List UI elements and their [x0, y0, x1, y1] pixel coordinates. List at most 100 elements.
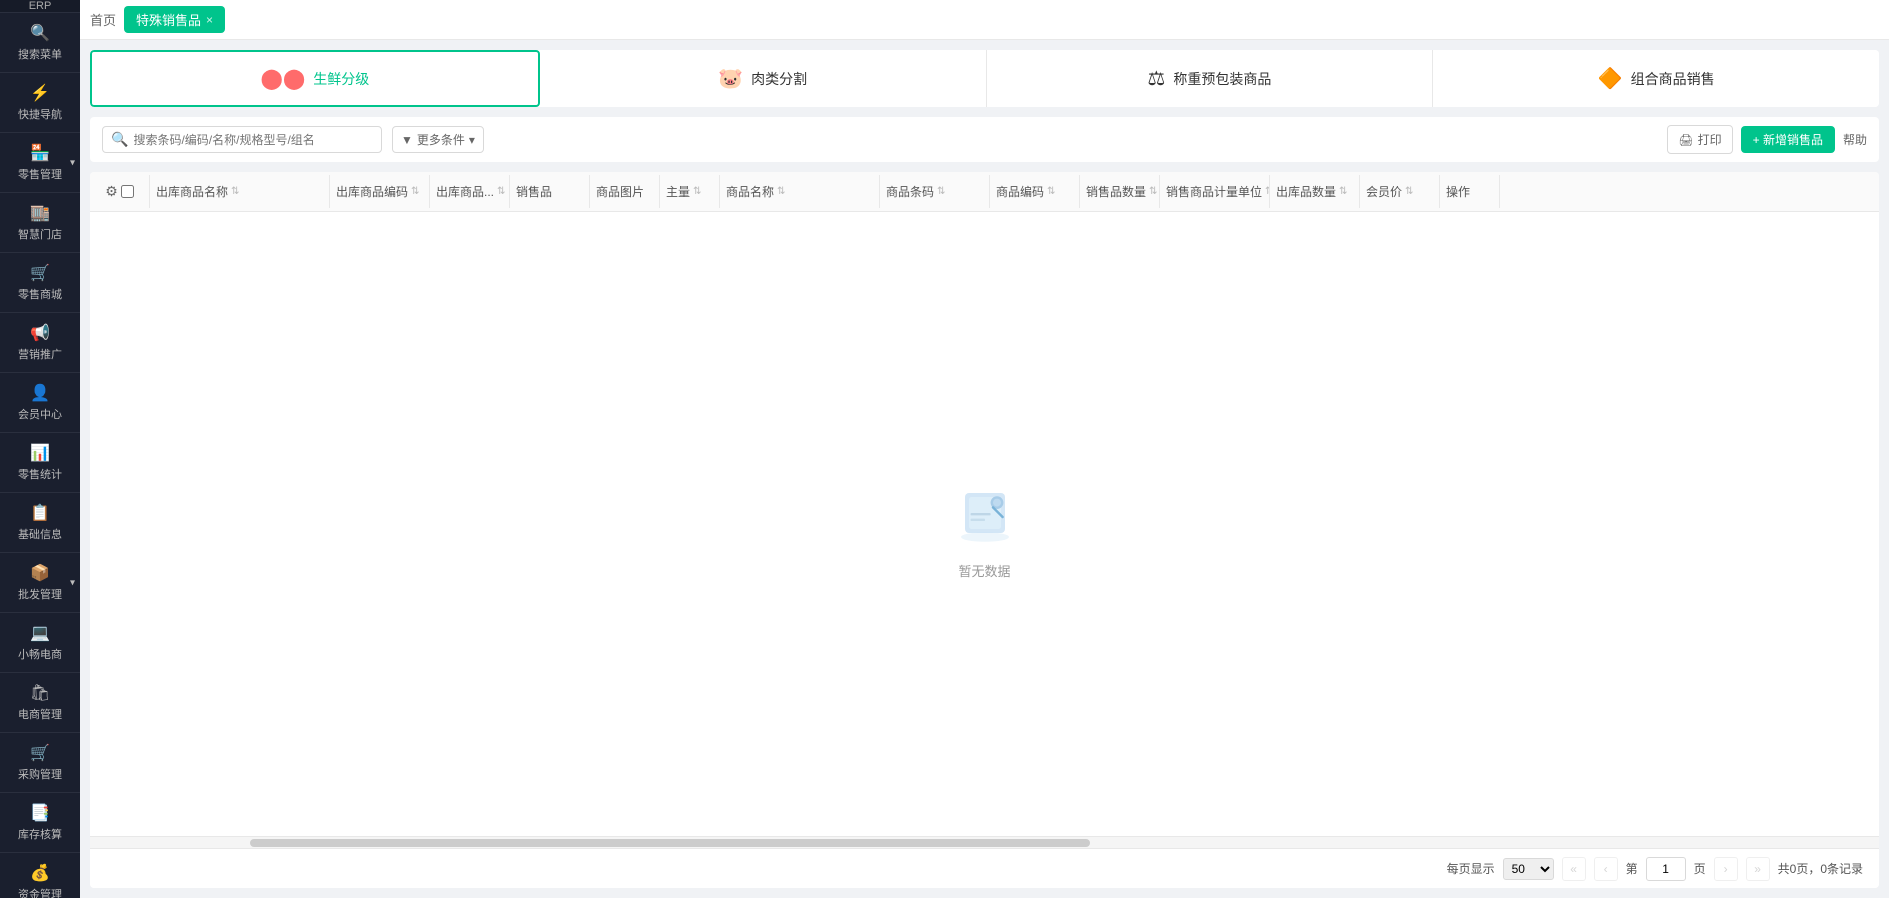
- topbar: 首页 特殊销售品 ×: [80, 0, 1889, 40]
- filter-icon: ▼: [401, 133, 413, 147]
- finance-icon: 💰: [30, 863, 50, 883]
- empty-text: 暂无数据: [958, 561, 1010, 580]
- filter-arrow-icon: ▾: [469, 133, 475, 147]
- topbar-tab-label: 特殊销售品: [136, 10, 201, 29]
- main-area: 首页 特殊销售品 × ⬤⬤ 生鲜分级 🐷 肉类分割 ⚖ 称重预包装商品 🔶 组合…: [80, 0, 1889, 898]
- next-page-btn[interactable]: ›: [1714, 857, 1738, 881]
- first-page-btn[interactable]: «: [1562, 857, 1586, 881]
- sidebar-item-basics1[interactable]: 📋 基础信息: [0, 493, 80, 553]
- th-sale-item: 销售品: [510, 175, 590, 208]
- tab-weigh-prepack[interactable]: ⚖ 称重预包装商品: [987, 50, 1434, 107]
- sidebar-item-quicknav[interactable]: ⚡ 快捷导航: [0, 73, 80, 133]
- sidebar: ERP 🔍 搜索菜单 ⚡ 快捷导航 🏪 零售管理 🏬 智慧门店 🛒 零售商城 📢…: [0, 0, 80, 898]
- search-icon: 🔍: [111, 131, 128, 148]
- sidebar-item-purchase[interactable]: 🛒 采购管理: [0, 733, 80, 793]
- sidebar-item-inventory[interactable]: 📑 库存核算: [0, 793, 80, 853]
- add-sale-item-button[interactable]: + 新增销售品: [1741, 126, 1835, 153]
- retailstats-icon: 📊: [30, 443, 50, 463]
- select-all-checkbox[interactable]: [121, 185, 134, 198]
- column-settings-icon[interactable]: ⚙: [105, 183, 118, 200]
- sidebar-item-members[interactable]: 👤 会员中心: [0, 373, 80, 433]
- th-main-qty: 主量 ⇅: [660, 175, 720, 208]
- help-button[interactable]: 帮助: [1843, 131, 1867, 148]
- th-out-qty: 出库品数量 ⇅: [1270, 175, 1360, 208]
- topbar-tab-close[interactable]: ×: [206, 13, 213, 27]
- page-label-before: 第: [1626, 860, 1638, 877]
- tab-meat-cut[interactable]: 🐷 肉类分割: [540, 50, 987, 107]
- search-box[interactable]: 🔍: [102, 126, 382, 153]
- empty-state: 暂无数据: [90, 212, 1879, 836]
- marketing-icon: 📢: [30, 323, 50, 343]
- topbar-home-link[interactable]: 首页: [90, 10, 116, 29]
- filter-button[interactable]: ▼ 更多条件 ▾: [392, 126, 484, 153]
- basics1-icon: 📋: [30, 503, 50, 523]
- pagination: 每页显示 50 20 100 « ‹ 第 页 › » 共0页，0条记录: [90, 848, 1879, 888]
- th-member-price: 会员价 ⇅: [1360, 175, 1440, 208]
- prev-page-btn[interactable]: ‹: [1594, 857, 1618, 881]
- page-size-label: 每页显示: [1447, 860, 1495, 877]
- sidebar-item-finance[interactable]: 💰 资金管理: [0, 853, 80, 898]
- sort-out-name[interactable]: ⇅: [231, 186, 239, 197]
- scrollbar-thumb[interactable]: [250, 839, 1090, 847]
- meat-cut-icon: 🐷: [718, 66, 743, 91]
- inventory-icon: 📑: [30, 803, 50, 823]
- horizontal-scrollbar[interactable]: [90, 836, 1879, 848]
- retail-icon: 🏪: [30, 143, 50, 163]
- toolbar-left: 🔍 ▼ 更多条件 ▾: [102, 126, 484, 153]
- total-info: 共0页，0条记录: [1778, 860, 1863, 877]
- last-page-btn[interactable]: »: [1746, 857, 1770, 881]
- tab-combo-sale[interactable]: 🔶 组合商品销售: [1433, 50, 1879, 107]
- table-container: ⚙ 出库商品名称 ⇅ 出库商品编码 ⇅ 出库商品... ⇅ 销售品: [90, 172, 1879, 888]
- purchase-icon: 🛒: [30, 743, 50, 763]
- th-sale-qty: 销售品数量 ⇅: [1080, 175, 1160, 208]
- sort-sale-qty[interactable]: ⇅: [1149, 186, 1157, 197]
- th-out-product-code: 出库商品编码 ⇅: [330, 175, 430, 208]
- sort-out-qty[interactable]: ⇅: [1339, 186, 1347, 197]
- page-size-select[interactable]: 50 20 100: [1503, 858, 1554, 880]
- combo-sale-icon: 🔶: [1598, 66, 1623, 91]
- smartstore-icon: 🏬: [30, 203, 50, 223]
- sidebar-item-search[interactable]: 🔍 搜索菜单: [0, 13, 80, 73]
- members-icon: 👤: [30, 383, 50, 403]
- sort-barcode[interactable]: ⇅: [937, 186, 945, 197]
- sort-main[interactable]: ⇅: [693, 186, 701, 197]
- sort-out-spec[interactable]: ⇅: [497, 186, 505, 197]
- search-menu-icon: 🔍: [30, 23, 50, 43]
- th-sale-unit: 销售商品计量单位 ⇅: [1160, 175, 1270, 208]
- search-input[interactable]: [133, 133, 373, 147]
- table-header: ⚙ 出库商品名称 ⇅ 出库商品编码 ⇅ 出库商品... ⇅ 销售品: [90, 172, 1879, 212]
- current-page-input[interactable]: [1646, 857, 1686, 881]
- sidebar-item-retailmall[interactable]: 🛒 零售商城: [0, 253, 80, 313]
- page-label-after: 页: [1694, 860, 1706, 877]
- print-icon: 🖨: [1678, 133, 1693, 147]
- th-settings[interactable]: ⚙: [90, 175, 150, 208]
- sort-out-code[interactable]: ⇅: [411, 186, 419, 197]
- retailmall-icon: 🛒: [30, 263, 50, 283]
- sidebar-item-ecom[interactable]: 💻 小畅电商: [0, 613, 80, 673]
- sidebar-item-retail[interactable]: 🏪 零售管理: [0, 133, 80, 193]
- ecom-icon: 💻: [30, 623, 50, 643]
- print-button[interactable]: 🖨 打印: [1667, 125, 1732, 154]
- toolbar-right: 🖨 打印 + 新增销售品 帮助: [1667, 125, 1867, 154]
- toolbar: 🔍 ▼ 更多条件 ▾ 🖨 打印 + 新增销售品 帮助: [90, 117, 1879, 162]
- th-sku: 商品编码 ⇅: [990, 175, 1080, 208]
- ecommgmt-icon: 🛍: [30, 683, 50, 703]
- topbar-active-tab[interactable]: 特殊销售品 ×: [124, 6, 225, 33]
- sort-sku[interactable]: ⇅: [1047, 186, 1055, 197]
- content-area: ⬤⬤ 生鲜分级 🐷 肉类分割 ⚖ 称重预包装商品 🔶 组合商品销售 🔍: [80, 40, 1889, 898]
- sidebar-item-wholesale[interactable]: 📦 批发管理: [0, 553, 80, 613]
- sidebar-item-retailstats[interactable]: 📊 零售统计: [0, 433, 80, 493]
- th-out-product-spec: 出库商品... ⇅: [430, 175, 510, 208]
- sidebar-item-ecommgmt[interactable]: 🛍 电商管理: [0, 673, 80, 733]
- tab-fresh-grade[interactable]: ⬤⬤ 生鲜分级: [90, 50, 540, 107]
- wholesale-icon: 📦: [30, 563, 50, 583]
- category-tabs: ⬤⬤ 生鲜分级 🐷 肉类分割 ⚖ 称重预包装商品 🔶 组合商品销售: [90, 50, 1879, 107]
- fresh-grade-icon: ⬤⬤: [260, 66, 305, 91]
- sort-name[interactable]: ⇅: [777, 186, 785, 197]
- th-product-image: 商品图片: [590, 175, 660, 208]
- sidebar-item-smartstore[interactable]: 🏬 智慧门店: [0, 193, 80, 253]
- sort-member[interactable]: ⇅: [1405, 186, 1413, 197]
- th-barcode: 商品条码 ⇅: [880, 175, 990, 208]
- sidebar-item-marketing[interactable]: 📢 营销推广: [0, 313, 80, 373]
- quicknav-icon: ⚡: [30, 83, 50, 103]
